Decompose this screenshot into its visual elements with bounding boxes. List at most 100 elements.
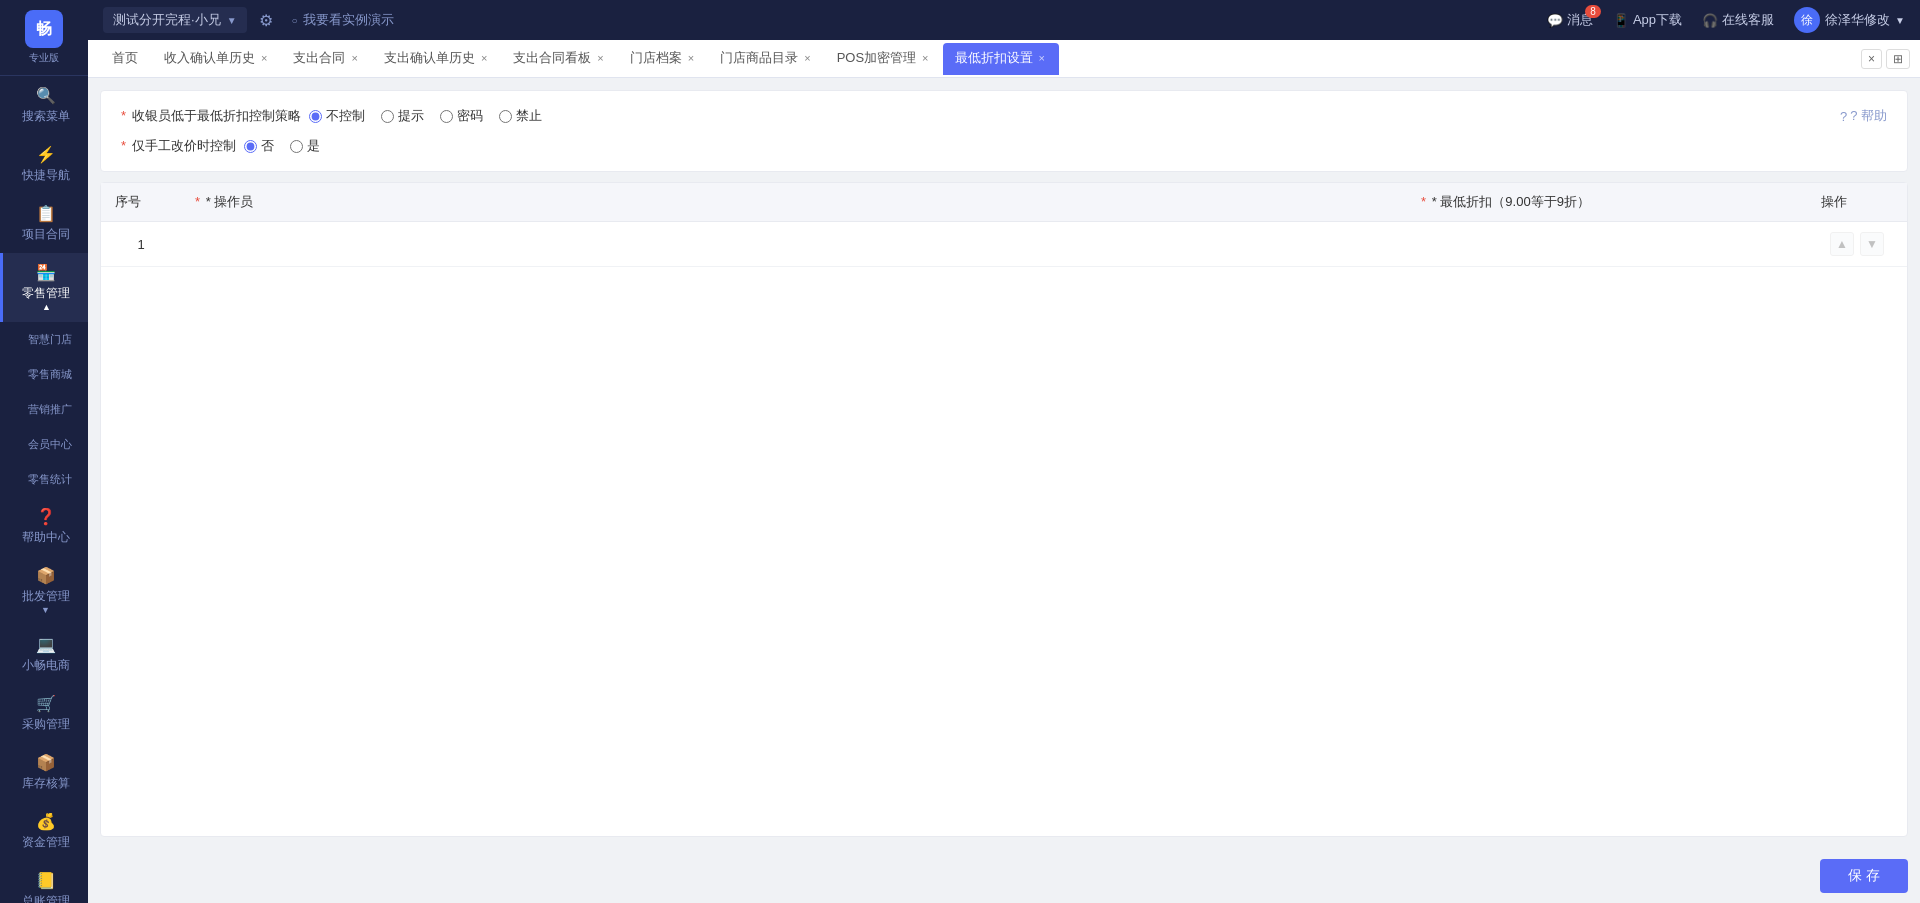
tab-label: 支出合同看板 (513, 49, 591, 67)
col-header-seq: 序号 (101, 183, 181, 222)
option-no[interactable]: 否 (244, 137, 274, 155)
option-forbid[interactable]: 禁止 (499, 107, 542, 125)
close-icon[interactable]: × (802, 52, 812, 64)
project-selector[interactable]: 测试分开完程·小兄 ▼ (103, 7, 247, 33)
sidebar-item-label: 零售统计 (28, 472, 72, 487)
tab-store-file[interactable]: 门店档案 × (618, 43, 708, 75)
headset-icon: 🎧 (1702, 13, 1718, 28)
tab-income-history[interactable]: 收入确认单历史 × (152, 43, 281, 75)
expand-tab-button[interactable]: ⊞ (1886, 49, 1910, 69)
close-icon[interactable]: × (479, 52, 489, 64)
required-star: * (121, 138, 126, 153)
manual-price-options: 否 是 (244, 137, 320, 155)
sidebar-item-retail[interactable]: 🏪 零售管理 ▲ (0, 253, 88, 322)
tab-home-label: 首页 (112, 49, 138, 67)
table-scroll: 序号 * * 操作员 * * 最低折扣（9.00等于9折） 操作 (101, 183, 1907, 267)
sidebar-item-project[interactable]: 📋 项目合同 (0, 194, 88, 253)
required-star: * (195, 194, 200, 209)
sidebar-item-inventory[interactable]: 📦 库存核算 (0, 743, 88, 802)
sidebar-item-ledger[interactable]: 📒 总账管理 (0, 861, 88, 903)
money-icon: 💰 (36, 812, 56, 831)
move-up-button[interactable]: ▲ (1830, 232, 1854, 256)
move-down-button[interactable]: ▼ (1860, 232, 1884, 256)
table-row: 1 ▲ ▼ (101, 222, 1907, 267)
tab-controls: × ⊞ (1861, 49, 1910, 69)
help-link[interactable]: ? ? 帮助 (1840, 107, 1887, 125)
demo-link[interactable]: ○ 我要看实例演示 (292, 11, 394, 29)
option-no-control[interactable]: 不控制 (309, 107, 365, 125)
tab-payment-contract[interactable]: 支出合同 × (281, 43, 371, 75)
option-label: 禁止 (516, 107, 542, 125)
option-label: 否 (261, 137, 274, 155)
computer-icon: 💻 (36, 635, 56, 654)
col-header-discount: * * 最低折扣（9.00等于9折） (1407, 183, 1807, 222)
col-header-operator: * * 操作员 (181, 183, 1407, 222)
sidebar-item-smart-store[interactable]: 智慧门店 (0, 322, 88, 357)
online-service-button[interactable]: 🎧 在线客服 (1702, 11, 1774, 29)
close-icon[interactable]: × (1037, 52, 1047, 64)
search-icon: 🔍 (36, 86, 56, 105)
tab-payment-confirm-history[interactable]: 支出确认单历史 × (372, 43, 501, 75)
sidebar-item-ecommerce[interactable]: 💻 小畅电商 (0, 625, 88, 684)
sidebar-item-member[interactable]: 会员中心 (0, 427, 88, 462)
help-label: ? 帮助 (1850, 107, 1887, 125)
tab-payment-contract-board[interactable]: 支出合同看板 × (501, 43, 617, 75)
tab-label: 门店商品目录 (720, 49, 798, 67)
main-wrap: 测试分开完程·小兄 ▼ ⚙ ○ 我要看实例演示 💬 消息 8 📱 App下载 🎧… (88, 0, 1920, 903)
tab-pos-password[interactable]: POS加密管理 × (825, 43, 943, 75)
help-icon: ❓ (36, 507, 56, 526)
sidebar-item-label: 搜索菜单 (22, 108, 70, 125)
sidebar-item-purchase[interactable]: 🛒 采购管理 (0, 684, 88, 743)
user-dropdown-icon: ▼ (1895, 15, 1905, 26)
top-header: 测试分开完程·小兄 ▼ ⚙ ○ 我要看实例演示 💬 消息 8 📱 App下载 🎧… (88, 0, 1920, 40)
sidebar-item-finance[interactable]: 💰 资金管理 (0, 802, 88, 861)
tab-min-discount[interactable]: 最低折扣设置 × (943, 43, 1059, 75)
logo-icon: 畅 (25, 10, 63, 48)
option-password[interactable]: 密码 (440, 107, 483, 125)
user-info[interactable]: 徐 徐泽华修改 ▼ (1794, 7, 1905, 33)
close-icon[interactable]: × (920, 52, 930, 64)
close-icon[interactable]: × (349, 52, 359, 64)
sidebar-item-retail-stats[interactable]: 零售统计 (0, 462, 88, 497)
tab-home[interactable]: 首页 (98, 43, 152, 75)
close-icon[interactable]: × (686, 52, 696, 64)
close-icon[interactable]: × (595, 52, 605, 64)
required-star: * (121, 108, 126, 123)
discount-strategy-row: * 收银员低于最低折扣控制策略 不控制 提示 密码 (121, 107, 1887, 125)
avatar: 徐 (1794, 7, 1820, 33)
inventory-icon: 📦 (36, 753, 56, 772)
required-star: * (1421, 194, 1426, 209)
cell-operator (181, 222, 1407, 267)
project-settings-button[interactable]: ⚙ (255, 7, 277, 34)
sidebar-item-online-store[interactable]: 零售商城 (0, 357, 88, 392)
page-footer: 保 存 (88, 849, 1920, 903)
sidebar-item-label: 智慧门店 (28, 332, 72, 347)
sidebar-item-help[interactable]: ❓ 帮助中心 (0, 497, 88, 556)
sidebar-item-label: 资金管理 (22, 834, 70, 851)
option-label: 提示 (398, 107, 424, 125)
messages-badge: 8 (1585, 5, 1601, 18)
sidebar-item-search[interactable]: 🔍 搜索菜单 (0, 76, 88, 135)
close-icon[interactable]: × (259, 52, 269, 64)
messages-button[interactable]: 💬 消息 8 (1547, 11, 1593, 29)
action-buttons: ▲ ▼ (1821, 232, 1893, 256)
close-tab-button[interactable]: × (1861, 49, 1882, 69)
tab-store-products[interactable]: 门店商品目录 × (708, 43, 824, 75)
sidebar-item-marketing[interactable]: 营销推广 (0, 392, 88, 427)
sidebar-item-batch[interactable]: 📦 批发管理 ▼ (0, 556, 88, 625)
store-icon: 🏪 (36, 263, 56, 282)
save-button[interactable]: 保 存 (1820, 859, 1908, 893)
discount-strategy-label: * 收银员低于最低折扣控制策略 (121, 107, 301, 125)
sidebar-item-quicknav[interactable]: ⚡ 快捷导航 (0, 135, 88, 194)
sidebar-item-label: 总账管理 (22, 893, 70, 903)
package-icon: 📦 (36, 566, 56, 585)
tab-bar: 首页 收入确认单历史 × 支出合同 × 支出确认单历史 × 支出合同看板 × 门… (88, 40, 1920, 78)
option-remind[interactable]: 提示 (381, 107, 424, 125)
page-content: * 收银员低于最低折扣控制策略 不控制 提示 密码 (88, 78, 1920, 849)
user-name: 徐泽华修改 (1825, 11, 1890, 29)
tab-label: 收入确认单历史 (164, 49, 255, 67)
chevron-up-icon: ▲ (42, 302, 51, 312)
option-label: 不控制 (326, 107, 365, 125)
app-download-button[interactable]: 📱 App下载 (1613, 11, 1682, 29)
option-yes[interactable]: 是 (290, 137, 320, 155)
